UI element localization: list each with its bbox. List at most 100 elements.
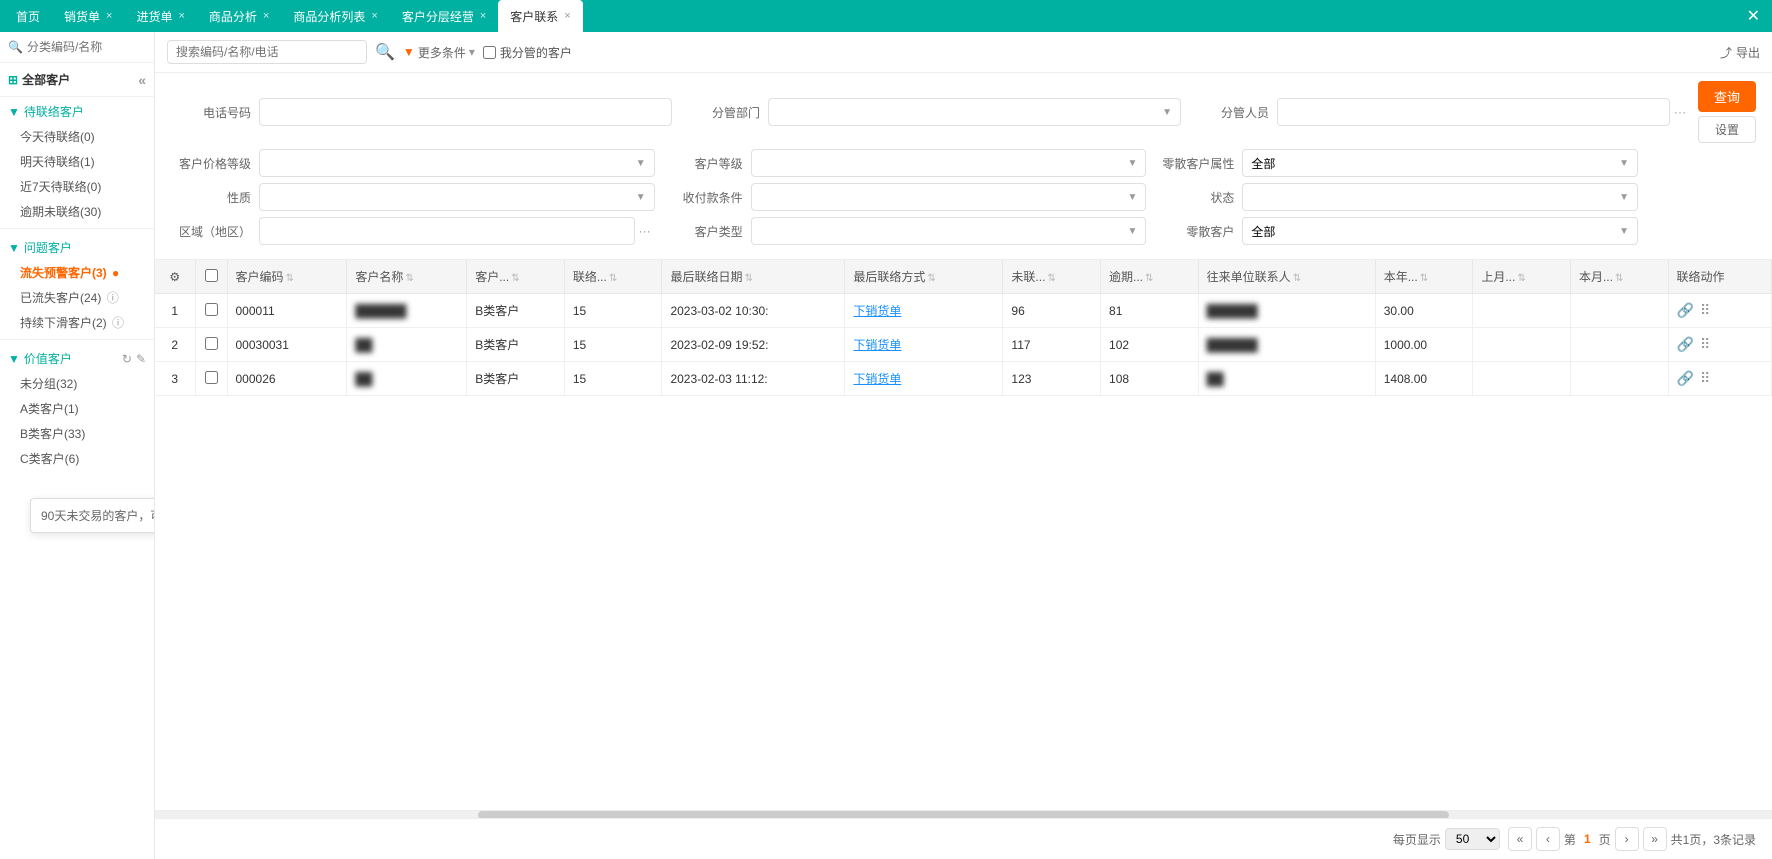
tab-sales-close[interactable]: × (106, 10, 112, 22)
tab-customer-contact[interactable]: 客户联系 × (498, 0, 582, 32)
action-contact-icon[interactable]: 🔗 (1677, 302, 1694, 319)
sidebar-item-overdue[interactable]: 逾期未联络(30) (0, 199, 154, 224)
filter-scatter-attr-select[interactable]: 全部 ▼ (1242, 149, 1638, 177)
tab-customer-contact-close[interactable]: × (564, 10, 570, 22)
my-customers-checkbox[interactable] (483, 46, 496, 59)
type-sort-icon[interactable]: ⇅ (511, 273, 519, 284)
sidebar-group-pending[interactable]: ▼ 待联络客户 (0, 97, 154, 124)
tab-sales[interactable]: 销货单 × (52, 0, 124, 32)
col-checkbox[interactable] (195, 260, 227, 294)
tab-goods-analysis-close[interactable]: × (263, 10, 269, 22)
filter-person-input[interactable] (1277, 98, 1670, 126)
filter-scatter-attr-label: 零散客户属性 (1154, 155, 1234, 172)
year-sort-icon[interactable]: ⇅ (1420, 273, 1428, 284)
row-last-month (1473, 362, 1571, 396)
not-contacted-sort-icon[interactable]: ⇅ (1047, 273, 1055, 284)
sidebar-search-input[interactable] (27, 40, 155, 54)
tab-goods-analysis-list-close[interactable]: × (371, 10, 377, 22)
filter-status-select[interactable]: ▼ (1242, 183, 1638, 211)
filter-region-input[interactable] (259, 217, 635, 245)
filter-scatter-customer-select[interactable]: 全部 ▼ (1242, 217, 1638, 245)
last-page-btn[interactable]: » (1643, 827, 1667, 851)
filter-nature-select[interactable]: ▼ (259, 183, 655, 211)
action-more-icon[interactable]: ⠿ (1700, 370, 1710, 387)
person-sort-icon[interactable]: ⇅ (1293, 273, 1301, 284)
overdue-sort-icon[interactable]: ⇅ (1145, 273, 1153, 284)
next-page-btn[interactable]: › (1615, 827, 1639, 851)
action-contact-icon[interactable]: 🔗 (1677, 370, 1694, 387)
last-month-sort-icon[interactable]: ⇅ (1517, 273, 1525, 284)
row-checkbox-cell[interactable] (195, 362, 227, 396)
filter-customer-level-select[interactable]: ▼ (751, 149, 1147, 177)
tab-purchase-close[interactable]: × (178, 10, 184, 22)
my-customers-checkbox-label[interactable]: 我分管的客户 (483, 44, 572, 61)
contact-method-link[interactable]: 下销货单 (853, 304, 901, 318)
action-contact-icon[interactable]: 🔗 (1677, 336, 1694, 353)
sidebar-all-customers[interactable]: ⊞ 全部客户 « (0, 63, 154, 97)
more-conditions-button[interactable]: ▼ 更多条件 ▾ (403, 44, 475, 61)
sidebar-item-declining[interactable]: 持续下滑客户(2) ⓘ (0, 310, 154, 335)
filter-customer-type-select[interactable]: ▼ (751, 217, 1147, 245)
sidebar-item-churned[interactable]: 已流失客户(24) ⓘ (0, 285, 154, 310)
filter-payment-select[interactable]: ▼ (751, 183, 1147, 211)
tab-home[interactable]: 首页 (4, 0, 52, 32)
sidebar-group-value[interactable]: ▼ 价值客户 ↻ ✎ (0, 344, 154, 371)
date-sort-icon[interactable]: ⇅ (744, 273, 752, 284)
row-checkbox-cell[interactable] (195, 328, 227, 362)
sidebar-group-problem[interactable]: ▼ 问题客户 (0, 233, 154, 260)
region-ellipsis-btn[interactable]: ··· (635, 224, 655, 238)
action-more-icon[interactable]: ⠿ (1700, 336, 1710, 353)
tab-goods-analysis-list[interactable]: 商品分析列表 × (281, 0, 389, 32)
tab-customer-segment-close[interactable]: × (480, 10, 486, 22)
search-input[interactable] (167, 40, 367, 64)
code-sort-icon[interactable]: ⇅ (286, 273, 294, 284)
filter-phone-input[interactable] (259, 98, 672, 126)
method-sort-icon[interactable]: ⇅ (927, 273, 935, 284)
select-all-checkbox[interactable] (205, 269, 218, 282)
sidebar-item-ungroup[interactable]: 未分组(32) (0, 371, 154, 396)
sidebar-item-tomorrow[interactable]: 明天待联络(1) (0, 149, 154, 174)
search-button[interactable]: 🔍 (375, 42, 395, 62)
settings-button[interactable]: 设置 (1698, 116, 1756, 143)
sidebar-item-b-type[interactable]: B类客户(33) (0, 421, 154, 446)
sidebar-item-c-type[interactable]: C类客户(6) (0, 446, 154, 471)
contact-sort-icon[interactable]: ⇅ (609, 273, 617, 284)
contact-method-link[interactable]: 下销货单 (853, 338, 901, 352)
row-this-month (1570, 328, 1668, 362)
page-size-select[interactable]: 50 100 200 (1445, 828, 1500, 850)
horizontal-scrollbar[interactable] (155, 810, 1772, 818)
sidebar-collapse-btn[interactable]: « (138, 72, 146, 88)
refresh-icon[interactable]: ↻ (122, 352, 132, 366)
row-last-method[interactable]: 下销货单 (845, 362, 1003, 396)
query-button[interactable]: 查询 (1698, 81, 1756, 112)
sidebar-item-churn-warning[interactable]: 流失预警客户(3) ● (0, 260, 154, 285)
this-month-sort-icon[interactable]: ⇅ (1615, 273, 1623, 284)
sidebar-item-7days[interactable]: 近7天待联络(0) (0, 174, 154, 199)
col-settings[interactable]: ⚙ (155, 260, 195, 294)
person-ellipsis-btn[interactable]: ··· (1670, 105, 1690, 119)
app-close-button[interactable]: ✕ (1739, 6, 1768, 26)
action-more-icon[interactable]: ⠿ (1700, 302, 1710, 319)
sidebar-item-today[interactable]: 今天待联络(0) (0, 124, 154, 149)
row-last-method[interactable]: 下销货单 (845, 294, 1003, 328)
name-sort-icon[interactable]: ⇅ (405, 273, 413, 284)
edit-icon[interactable]: ✎ (136, 352, 146, 366)
filter-person-label: 分管人员 (1189, 104, 1269, 121)
contact-method-link[interactable]: 下销货单 (853, 372, 901, 386)
row-last-method[interactable]: 下销货单 (845, 328, 1003, 362)
filter-price-level-select[interactable]: ▼ (259, 149, 655, 177)
filter-scatter-customer-label: 零散客户 (1154, 223, 1234, 240)
tab-goods-analysis[interactable]: 商品分析 × (197, 0, 281, 32)
row-checkbox-cell[interactable] (195, 294, 227, 328)
filter-dept-select[interactable]: ▼ (768, 98, 1181, 126)
tab-purchase[interactable]: 进货单 × (124, 0, 196, 32)
tab-customer-segment[interactable]: 客户分层经营 × (390, 0, 498, 32)
sidebar-item-a-type[interactable]: A类客户(1) (0, 396, 154, 421)
first-page-btn[interactable]: « (1508, 827, 1532, 851)
row-checkbox[interactable] (205, 303, 218, 316)
export-button[interactable]: ⤴ 导出 (1720, 44, 1760, 61)
prev-page-btn[interactable]: ‹ (1536, 827, 1560, 851)
row-checkbox[interactable] (205, 337, 218, 350)
declining-info-icon: ⓘ (112, 316, 124, 330)
row-checkbox[interactable] (205, 371, 218, 384)
